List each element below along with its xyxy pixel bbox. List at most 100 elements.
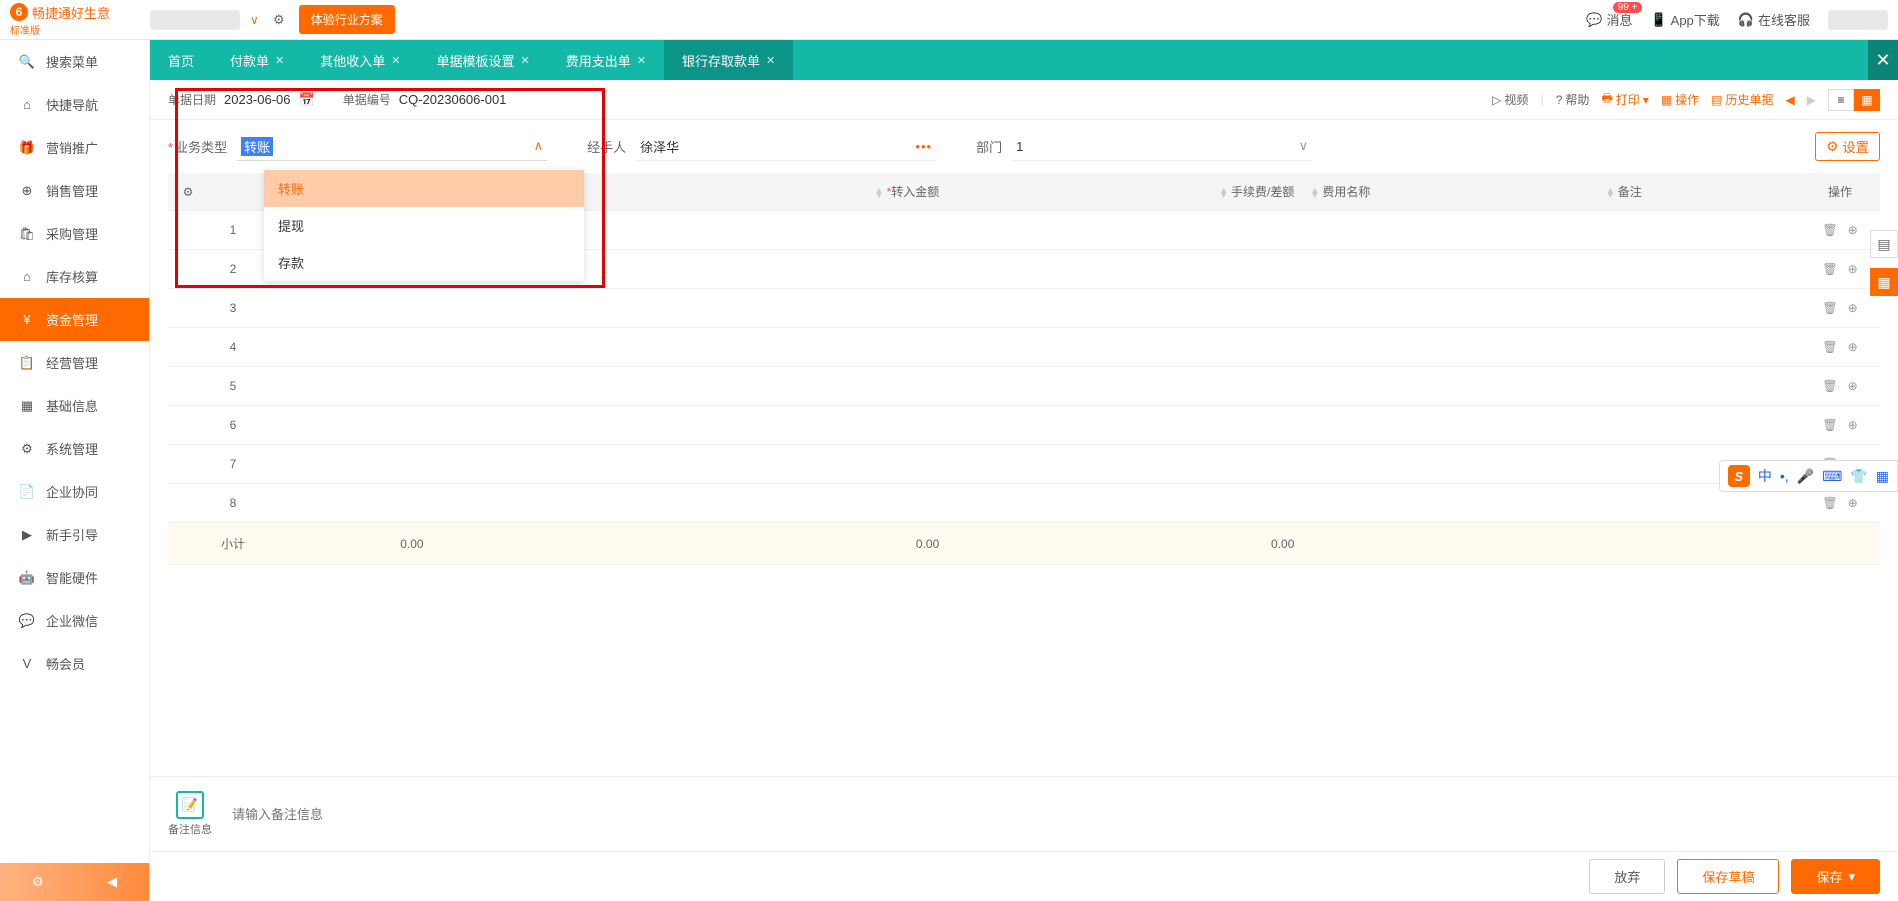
dropdown-option-2[interactable]: 存款 [264, 244, 584, 281]
table-row[interactable]: 7 🗑⊕ [168, 445, 1880, 484]
org-placeholder[interactable] [150, 10, 240, 30]
col-remark2[interactable]: ▲▼备注 [1598, 173, 1800, 211]
ime-logo-icon[interactable]: S [1728, 465, 1750, 487]
app-download-link[interactable]: 📱 App下载 [1650, 10, 1719, 29]
col-in-amount[interactable]: ▲▼*转入金额 [634, 173, 948, 211]
tab-close-all[interactable]: ✕ [1868, 40, 1898, 80]
org-dropdown-caret[interactable]: ∨ [250, 13, 259, 27]
sidebar-item-4[interactable]: 🛍采购管理 [0, 212, 149, 255]
trial-button[interactable]: 体验行业方案 [299, 5, 395, 34]
discard-button[interactable]: 放弃 [1589, 859, 1665, 894]
table-row[interactable]: 4 🗑⊕ [168, 328, 1880, 367]
sidebar-item-2[interactable]: 🎁营销推广 [0, 126, 149, 169]
biz-type-select[interactable]: 转账 ∧ [237, 133, 547, 161]
gear-icon[interactable]: ⚙ [269, 10, 289, 30]
app-label: App下载 [1671, 10, 1720, 29]
video-action[interactable]: ▷视频 [1492, 91, 1528, 108]
table-row[interactable]: 5 🗑⊕ [168, 367, 1880, 406]
ime-skin-icon[interactable]: 👕 [1850, 468, 1867, 485]
sidebar-item-6[interactable]: ¥资金管理 [0, 298, 149, 341]
sidebar-icon: V [18, 655, 36, 673]
sidebar-item-14[interactable]: V畅会员 [0, 642, 149, 685]
table-row[interactable]: 3 🗑⊕ [168, 289, 1880, 328]
close-icon[interactable]: ✕ [521, 54, 530, 67]
add-icon[interactable]: ⊕ [1848, 223, 1858, 237]
sidebar-item-8[interactable]: ▦基础信息 [0, 384, 149, 427]
add-icon[interactable]: ⊕ [1848, 496, 1858, 510]
ime-mic-icon[interactable]: 🎤 [1797, 468, 1814, 485]
settings-button[interactable]: ⚙设置 [1815, 132, 1880, 161]
add-icon[interactable]: ⊕ [1848, 340, 1858, 354]
remarks-icon-wrap: 📝 备注信息 [168, 791, 212, 837]
col-gear[interactable]: ⚙ [168, 173, 208, 211]
print-action[interactable]: 🖶打印 ▾ [1601, 89, 1648, 110]
sidebar-item-13[interactable]: 💬企业微信 [0, 599, 149, 642]
date-value[interactable]: 2023-06-06 [224, 92, 291, 107]
handler-input[interactable]: 徐泽华 ••• [636, 133, 936, 161]
tab-1[interactable]: 付款单✕ [212, 40, 302, 80]
tab-4[interactable]: 费用支出单✕ [548, 40, 664, 80]
col-fee-name[interactable]: ▲▼费用名称 [1302, 173, 1597, 211]
sidebar-item-12[interactable]: 🤖智能硬件 [0, 556, 149, 599]
add-icon[interactable]: ⊕ [1848, 301, 1858, 315]
biz-type-value: 转账 [241, 137, 273, 156]
sidebar-item-1[interactable]: ⌂快捷导航 [0, 83, 149, 126]
online-service-link[interactable]: 🎧 在线客服 [1738, 10, 1810, 29]
ime-punct-icon[interactable]: •, [1780, 468, 1789, 484]
sidebar-item-0[interactable]: 🔍搜索菜单 [0, 40, 149, 83]
date-label: 单据日期 [168, 91, 216, 108]
more-icon[interactable]: ••• [915, 139, 932, 154]
edge-tool-2[interactable]: ▦ [1870, 268, 1898, 296]
tab-2[interactable]: 其他收入单 ✕ [302, 40, 418, 80]
dropdown-option-0[interactable]: 转账 [264, 170, 584, 207]
sidebar-settings-icon[interactable]: ⚙ [32, 874, 44, 890]
sidebar-item-7[interactable]: 📋经营管理 [0, 341, 149, 384]
ime-lang[interactable]: 中 [1758, 466, 1772, 486]
delete-icon[interactable]: 🗑 [1822, 379, 1837, 393]
tab-5[interactable]: 银行存取款单✕ [664, 40, 793, 80]
save-button[interactable]: 保存▾ [1791, 859, 1880, 894]
delete-icon[interactable]: 🗑 [1822, 301, 1837, 315]
next-doc[interactable]: ▶ [1807, 93, 1816, 107]
prev-doc[interactable]: ◀ [1786, 93, 1795, 107]
tab-0[interactable]: 首页 [150, 40, 212, 80]
dept-input[interactable]: 1 ∨ [1012, 133, 1312, 161]
view-list[interactable]: ≡ [1828, 89, 1854, 111]
avatar[interactable] [1828, 10, 1888, 30]
table-row[interactable]: 8 🗑⊕ [168, 484, 1880, 523]
tab-3[interactable]: 单据模板设置✕ [418, 40, 547, 80]
delete-icon[interactable]: 🗑 [1822, 223, 1837, 237]
close-icon[interactable]: ✕ [766, 54, 775, 67]
col-fee[interactable]: ▲▼手续费/差额 [947, 173, 1302, 211]
sidebar-item-10[interactable]: 📄企业协同 [0, 470, 149, 513]
add-icon[interactable]: ⊕ [1848, 418, 1858, 432]
remarks-input[interactable] [232, 807, 1880, 822]
add-icon[interactable]: ⊕ [1848, 379, 1858, 393]
save-draft-button[interactable]: 保存草稿 [1677, 859, 1779, 894]
delete-icon[interactable]: 🗑 [1822, 340, 1837, 354]
tab-label: 其他收入单 [320, 51, 385, 70]
operate-action[interactable]: ▦操作 [1661, 91, 1699, 108]
messages-link[interactable]: 💬 消息 99 + [1586, 10, 1632, 29]
delete-icon[interactable]: 🗑 [1822, 496, 1837, 510]
sidebar-collapse-icon[interactable]: ◀ [107, 874, 117, 890]
dropdown-option-1[interactable]: 提现 [264, 207, 584, 244]
sidebar-item-5[interactable]: ⌂库存核算 [0, 255, 149, 298]
add-icon[interactable]: ⊕ [1848, 262, 1858, 276]
calendar-icon[interactable]: 📅 [299, 92, 315, 108]
close-icon[interactable]: ✕ [391, 54, 400, 67]
ime-grid-icon[interactable]: ▦ [1876, 468, 1889, 485]
view-grid[interactable]: ▦ [1854, 89, 1880, 111]
sidebar-item-11[interactable]: ▶新手引导 [0, 513, 149, 556]
delete-icon[interactable]: 🗑 [1822, 418, 1837, 432]
close-icon[interactable]: ✕ [637, 54, 646, 67]
sidebar-item-9[interactable]: ⚙系统管理 [0, 427, 149, 470]
edge-tool-1[interactable]: ▤ [1870, 230, 1898, 258]
sidebar-item-3[interactable]: ⊕销售管理 [0, 169, 149, 212]
delete-icon[interactable]: 🗑 [1822, 262, 1837, 276]
ime-keyboard-icon[interactable]: ⌨ [1822, 468, 1842, 485]
help-action[interactable]: ?帮助 [1556, 91, 1590, 108]
history-action[interactable]: ▤历史单据 [1711, 91, 1773, 108]
close-icon[interactable]: ✕ [275, 54, 284, 67]
table-row[interactable]: 6 🗑⊕ [168, 406, 1880, 445]
